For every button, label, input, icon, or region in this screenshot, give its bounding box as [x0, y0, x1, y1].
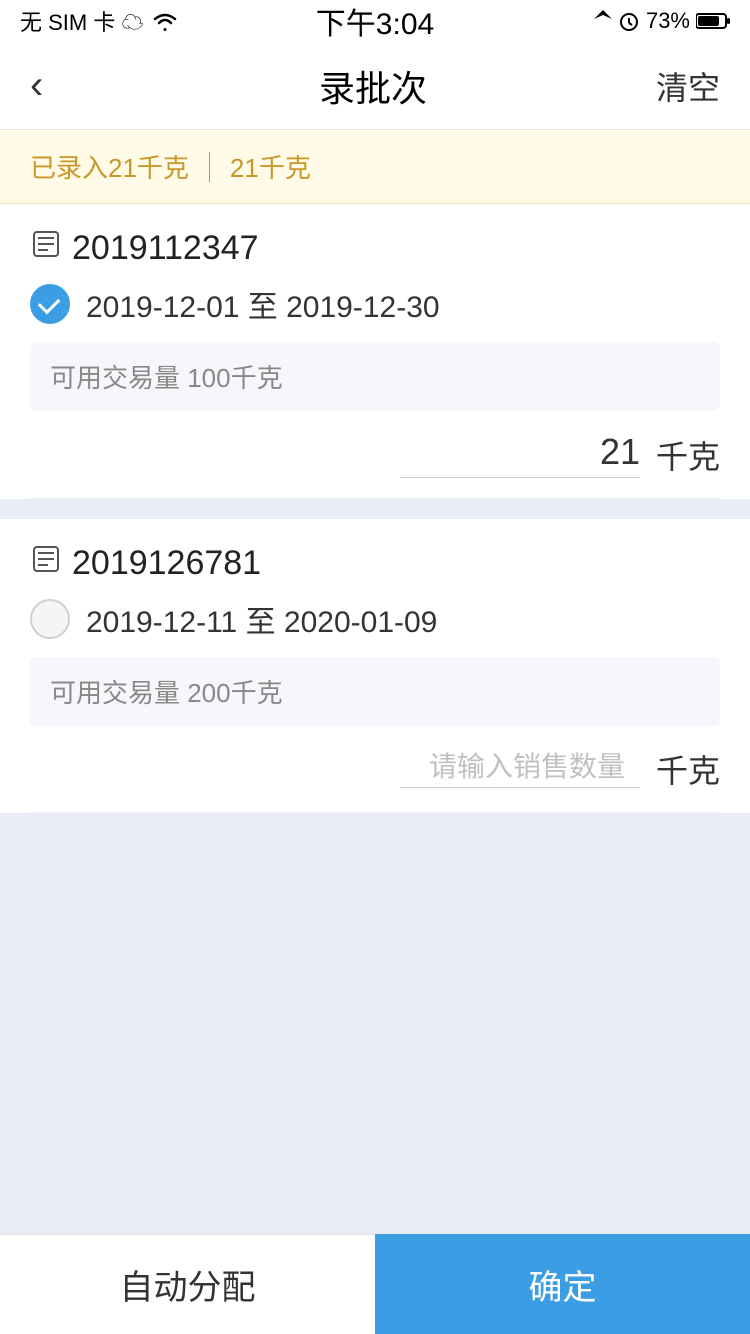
batch-1-header: 2019112347 — [30, 228, 720, 268]
status-time: 下午3:04 — [316, 0, 434, 43]
batch-1-available: 可用交易量 100千克 — [50, 363, 283, 393]
batch-1-icon — [30, 228, 62, 268]
batch-1-date-row[interactable]: 2019-12-01 至 2019-12-30 — [30, 282, 720, 326]
batch-1-input-row: 21 千克 — [30, 431, 720, 499]
status-bar: 无 SIM 卡 ☁ 下午3:04 73% — [0, 0, 750, 42]
batch-1-radio[interactable] — [30, 284, 70, 324]
batch-2-underline — [400, 787, 640, 788]
alarm-icon — [618, 10, 640, 32]
batch-1-id: 2019112347 — [72, 229, 259, 268]
batch-2-radio[interactable] — [30, 599, 70, 639]
section-separator-1 — [0, 499, 750, 519]
sim-label: 无 SIM 卡 ☁ — [20, 5, 143, 37]
info-banner: 已录入21千克 21千克 — [0, 130, 750, 204]
batch-1-underline — [400, 477, 640, 478]
batch-2-input-wrapper[interactable] — [340, 751, 640, 788]
batch-2-icon — [30, 543, 62, 583]
battery-icon — [696, 12, 730, 30]
status-right: 73% — [594, 8, 730, 34]
batch-1-value: 21 — [600, 431, 640, 473]
page-title: 录批次 — [319, 60, 427, 112]
batch-2-date: 2019-12-11 至 2020-01-09 — [86, 597, 437, 641]
batch-2-available: 可用交易量 200千克 — [50, 678, 283, 708]
batch-2-id: 2019126781 — [72, 544, 261, 583]
confirm-button[interactable]: 确定 — [375, 1234, 750, 1334]
clear-button[interactable]: 清空 — [656, 63, 720, 109]
batch-1-date: 2019-12-01 至 2019-12-30 — [86, 282, 440, 326]
location-icon — [594, 10, 612, 32]
back-button[interactable]: ‹ — [30, 63, 90, 108]
battery-percent: 73% — [646, 8, 690, 34]
batch-2-quantity-input[interactable] — [340, 751, 640, 783]
banner-divider — [209, 152, 210, 182]
batch-item-1: 2019112347 2019-12-01 至 2019-12-30 可用交易量… — [0, 204, 750, 499]
status-left: 无 SIM 卡 ☁ — [20, 5, 179, 37]
batch-item-2: 2019126781 2019-12-11 至 2020-01-09 可用交易量… — [0, 519, 750, 813]
nav-bar: ‹ 录批次 清空 — [0, 42, 750, 130]
batch-2-date-row[interactable]: 2019-12-11 至 2020-01-09 — [30, 597, 720, 641]
batch-2-unit: 千克 — [656, 746, 720, 792]
batch-1-available-box: 可用交易量 100千克 — [30, 342, 720, 411]
wifi-icon — [151, 10, 179, 32]
batch-2-input-row: 千克 — [30, 746, 720, 813]
recorded-label: 已录入21千克 — [30, 148, 189, 185]
batch-1-unit: 千克 — [656, 432, 720, 478]
batch-2-header: 2019126781 — [30, 543, 720, 583]
batch-1-input-wrapper: 21 — [400, 431, 640, 478]
bottom-bar: 自动分配 确定 — [0, 1234, 750, 1334]
recorded-value: 21千克 — [230, 148, 311, 185]
auto-distribute-button[interactable]: 自动分配 — [0, 1234, 375, 1334]
batch-2-available-box: 可用交易量 200千克 — [30, 657, 720, 726]
